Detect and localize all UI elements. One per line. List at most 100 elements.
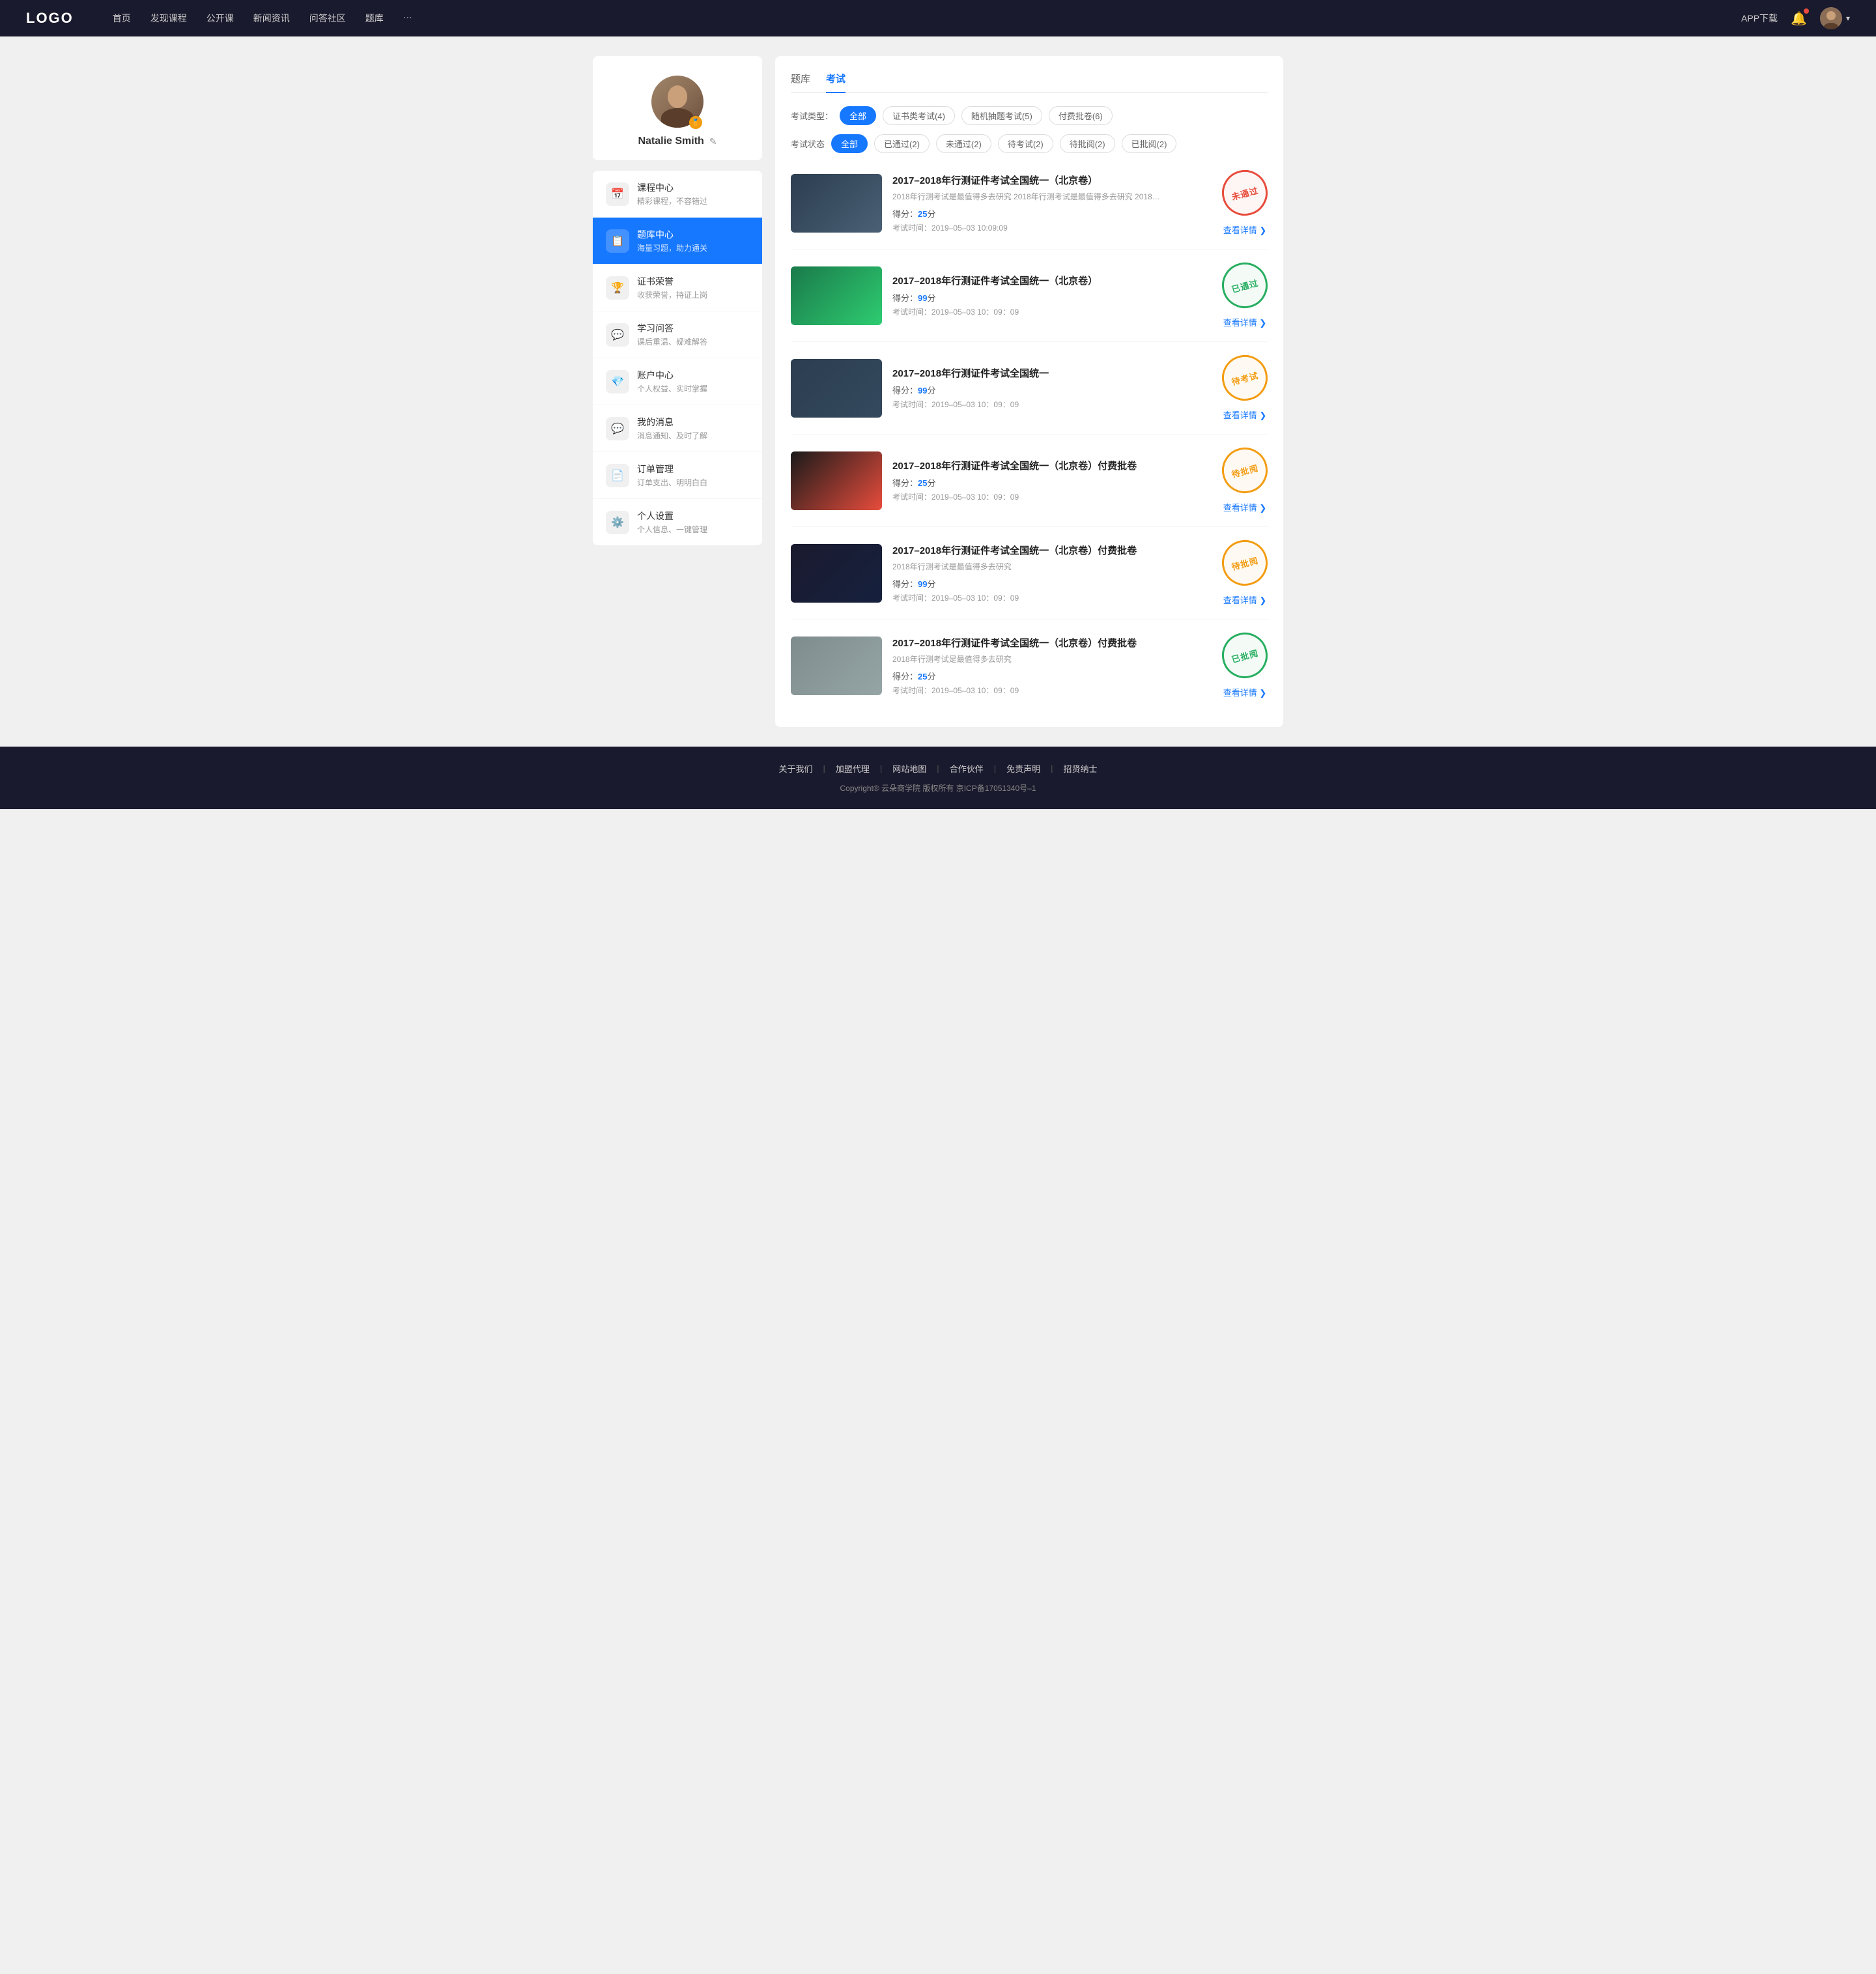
- exam-time-6: 考试时间：2019–05–03 10：09：09: [892, 685, 1212, 696]
- footer-link-4[interactable]: 免责声明: [996, 762, 1051, 776]
- exam-score-1: 25: [918, 209, 927, 219]
- type-filter-all[interactable]: 全部: [840, 106, 876, 125]
- exam-title-4: 2017–2018年行测证件考试全国统一（北京卷）付费批卷: [892, 459, 1212, 472]
- type-filter-cert[interactable]: 证书类考试(4): [883, 106, 955, 125]
- sidebar-item-settings[interactable]: ⚙️ 个人设置 个人信息、一键管理: [593, 499, 762, 545]
- user-avatar-dropdown[interactable]: ▾: [1820, 7, 1850, 29]
- sidebar-item-course[interactable]: 📅 课程中心 精彩课程，不容错过: [593, 171, 762, 218]
- menu-icon-order: 📄: [606, 464, 629, 487]
- exam-thumb-2: [791, 266, 882, 325]
- menu-icon-course: 📅: [606, 182, 629, 206]
- exam-item-1: 2017–2018年行测证件考试全国统一（北京卷） 2018年行测考试是最值得多…: [791, 157, 1268, 250]
- exam-info-3: 2017–2018年行测证件考试全国统一 得分：99分 考试时间：2019–05…: [892, 366, 1212, 410]
- exam-info-5: 2017–2018年行测证件考试全国统一（北京卷）付费批卷 2018年行测考试是…: [892, 543, 1212, 603]
- main-nav: 首页 发现课程 公开课 新闻资讯 问答社区 题库 ···: [113, 12, 1741, 25]
- exam-thumb-6: [791, 637, 882, 695]
- exam-title-1: 2017–2018年行测证件考试全国统一（北京卷）: [892, 173, 1212, 187]
- exam-stamp-5: 待批阅: [1217, 535, 1273, 591]
- exam-action-4: 待批阅 查看详情 ❯: [1222, 448, 1268, 513]
- sidebar-profile: 🏅 Natalie Smith ✎: [593, 56, 762, 160]
- menu-subtitle-account: 个人权益、实时掌握: [637, 383, 749, 394]
- status-filter-failed[interactable]: 未通过(2): [936, 134, 991, 153]
- exam-detail-link-4[interactable]: 查看详情 ❯: [1223, 501, 1267, 513]
- menu-subtitle-order: 订单支出、明明白白: [637, 477, 749, 488]
- sidebar-item-qa[interactable]: 💬 学习问答 课后重温、疑难解答: [593, 311, 762, 358]
- exam-time-5: 考试时间：2019–05–03 10：09：09: [892, 592, 1212, 603]
- exam-item-5: 2017–2018年行测证件考试全国统一（北京卷）付费批卷 2018年行测考试是…: [791, 527, 1268, 620]
- type-filter-row: 考试类型： 全部证书类考试(4)随机抽题考试(5)付费批卷(6): [791, 106, 1268, 125]
- exam-detail-link-3[interactable]: 查看详情 ❯: [1223, 408, 1267, 421]
- exam-score-row-6: 得分：25分: [892, 670, 1212, 682]
- status-filter-passed[interactable]: 已通过(2): [874, 134, 930, 153]
- status-filter-label: 考试状态: [791, 137, 825, 150]
- exam-time-3: 考试时间：2019–05–03 10：09：09: [892, 399, 1212, 410]
- footer-link-3[interactable]: 合作伙伴: [939, 762, 994, 776]
- app-download-button[interactable]: APP下载: [1741, 12, 1778, 25]
- menu-subtitle-course: 精彩课程，不容错过: [637, 195, 749, 207]
- nav-item-more[interactable]: ···: [403, 12, 412, 25]
- menu-subtitle-question: 海量习题，助力通关: [637, 242, 749, 253]
- nav-item-question[interactable]: 题库: [365, 12, 384, 25]
- exam-stamp-3: 待考试: [1217, 350, 1273, 406]
- exam-action-3: 待考试 查看详情 ❯: [1222, 355, 1268, 421]
- menu-title-order: 订单管理: [637, 463, 749, 476]
- sidebar-item-honor[interactable]: 🏆 证书荣誉 收获荣誉，持证上岗: [593, 265, 762, 311]
- menu-icon-account: 💎: [606, 370, 629, 393]
- menu-subtitle-qa: 课后重温、疑难解答: [637, 336, 749, 347]
- exam-score-row-5: 得分：99分: [892, 577, 1212, 590]
- exam-action-6: 已批阅 查看详情 ❯: [1222, 633, 1268, 698]
- exam-item-6: 2017–2018年行测证件考试全国统一（北京卷）付费批卷 2018年行测考试是…: [791, 620, 1268, 711]
- tab-exam[interactable]: 考试: [826, 72, 846, 93]
- edit-profile-icon[interactable]: ✎: [709, 136, 717, 147]
- menu-subtitle-honor: 收获荣誉，持证上岗: [637, 289, 749, 300]
- avatar: [1820, 7, 1842, 29]
- badge-icon: 🏅: [689, 116, 702, 129]
- footer-link-2[interactable]: 网站地图: [882, 762, 937, 776]
- exam-time-2: 考试时间：2019–05–03 10：09：09: [892, 306, 1212, 317]
- sidebar-item-account[interactable]: 💎 账户中心 个人权益、实时掌握: [593, 358, 762, 405]
- type-filter-paid[interactable]: 付费批卷(6): [1049, 106, 1113, 125]
- type-filter-random[interactable]: 随机抽题考试(5): [961, 106, 1042, 125]
- sidebar-item-question[interactable]: 📋 题库中心 海量习题，助力通关: [593, 218, 762, 265]
- header-right: APP下载 🔔 ▾: [1741, 7, 1850, 29]
- notification-dot: [1804, 8, 1809, 14]
- sidebar-name-row: Natalie Smith ✎: [638, 136, 717, 147]
- nav-item-opencourse[interactable]: 公开课: [206, 12, 234, 25]
- chevron-down-icon: ▾: [1846, 14, 1850, 23]
- exam-info-2: 2017–2018年行测证件考试全国统一（北京卷） 得分：99分 考试时间：20…: [892, 274, 1212, 317]
- status-filter-review[interactable]: 待批阅(2): [1060, 134, 1115, 153]
- exam-detail-link-6[interactable]: 查看详情 ❯: [1223, 686, 1267, 698]
- exam-detail-link-1[interactable]: 查看详情 ❯: [1223, 223, 1267, 236]
- exam-info-4: 2017–2018年行测证件考试全国统一（北京卷）付费批卷 得分：25分 考试时…: [892, 459, 1212, 502]
- exam-detail-link-2[interactable]: 查看详情 ❯: [1223, 316, 1267, 328]
- nav-item-qa[interactable]: 问答社区: [309, 12, 346, 25]
- exam-score-3: 99: [918, 386, 927, 395]
- notification-bell[interactable]: 🔔: [1791, 10, 1807, 27]
- exam-score-5: 99: [918, 579, 927, 589]
- menu-subtitle-settings: 个人信息、一键管理: [637, 524, 749, 535]
- exam-title-2: 2017–2018年行测证件考试全国统一（北京卷）: [892, 274, 1212, 287]
- footer-link-0[interactable]: 关于我们: [768, 762, 823, 776]
- nav-item-discover[interactable]: 发现课程: [150, 12, 187, 25]
- nav-item-news[interactable]: 新闻资讯: [253, 12, 290, 25]
- status-filter-pending[interactable]: 待考试(2): [998, 134, 1053, 153]
- header: LOGO 首页发现课程公开课新闻资讯问答社区题库··· APP下载 🔔 ▾: [0, 0, 1876, 36]
- tab-question-bank[interactable]: 题库: [791, 72, 810, 93]
- menu-title-question: 题库中心: [637, 228, 749, 241]
- exam-detail-link-5[interactable]: 查看详情 ❯: [1223, 594, 1267, 606]
- exam-stamp-4: 待批阅: [1217, 442, 1273, 498]
- exam-desc-1: 2018年行测考试是最值得多去研究 2018年行测考试是最值得多去研究 2018…: [892, 191, 1166, 202]
- exam-action-2: 已通过 查看详情 ❯: [1222, 263, 1268, 328]
- nav-item-home[interactable]: 首页: [113, 12, 131, 25]
- status-filter-all[interactable]: 全部: [831, 134, 868, 153]
- content-tabs: 题库 考试: [791, 72, 1268, 93]
- sidebar-item-order[interactable]: 📄 订单管理 订单支出、明明白白: [593, 452, 762, 499]
- footer: 关于我们|加盟代理|网站地图|合作伙伴|免责声明|招贤纳士 Copyright®…: [0, 747, 1876, 809]
- sidebar-item-message[interactable]: 💬 我的消息 消息通知、及时了解: [593, 405, 762, 452]
- status-filter-reviewed[interactable]: 已批阅(2): [1122, 134, 1177, 153]
- exam-info-1: 2017–2018年行测证件考试全国统一（北京卷） 2018年行测考试是最值得多…: [892, 173, 1212, 233]
- main-container: 🏅 Natalie Smith ✎ 📅 课程中心 精彩课程，不容错过 📋 题库中…: [580, 56, 1296, 727]
- footer-link-1[interactable]: 加盟代理: [825, 762, 880, 776]
- menu-title-settings: 个人设置: [637, 509, 749, 522]
- footer-link-5[interactable]: 招贤纳士: [1053, 762, 1108, 776]
